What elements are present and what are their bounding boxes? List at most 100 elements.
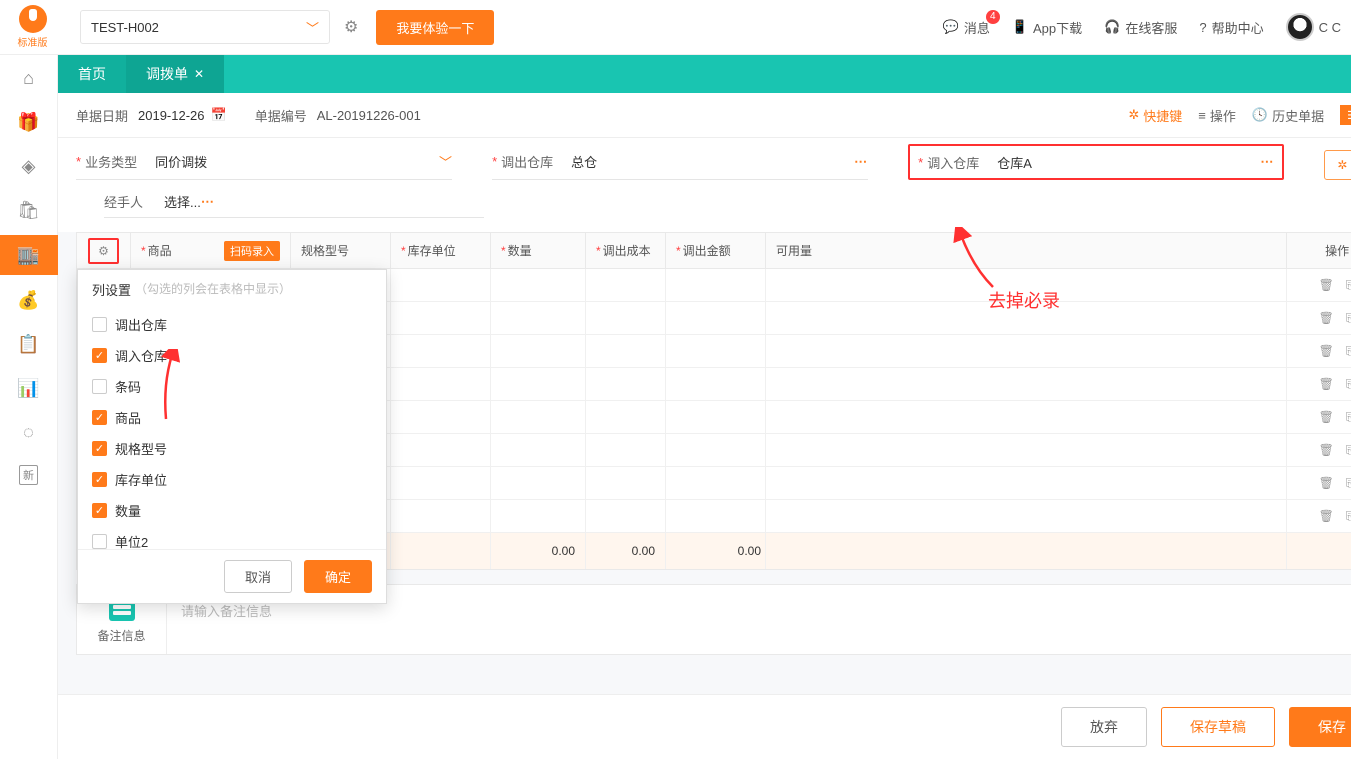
more-icon[interactable]: ⋯ [1260, 154, 1274, 170]
tab-bar: 首页 调拨单 ✕ ✕ [58, 55, 1351, 93]
copy-icon[interactable]: ⎘ [1346, 377, 1351, 392]
required-mark: * [492, 154, 497, 169]
tab-home[interactable]: 首页 [58, 55, 126, 93]
save-draft-button[interactable]: 保存草稿 [1161, 707, 1275, 747]
nav-clipboard-icon[interactable]: 📋 [18, 333, 40, 355]
topbar: 标准版 TEST-H002 ﹀ ⚙ 我要体验一下 💬 消息 4 📱 App下载 … [0, 0, 1351, 55]
trial-button[interactable]: 我要体验一下 [376, 10, 494, 45]
in-warehouse-field[interactable]: * 调入仓库 仓库A ⋯ [908, 144, 1284, 180]
biz-type-value: 同价调拨 [155, 152, 439, 171]
copy-icon[interactable]: ⎘ [1346, 344, 1351, 359]
copy-icon[interactable]: ⎘ [1346, 410, 1351, 425]
column-settings-button[interactable]: ⚙ [77, 233, 131, 268]
checkbox-icon: ✓ [92, 441, 107, 456]
remark-label: 备注信息 [97, 627, 145, 644]
delete-icon[interactable]: 🗑 [1319, 278, 1334, 292]
chat-icon: 💬 [943, 19, 959, 35]
colset-list[interactable]: 调出仓库✓调入仓库条码✓商品✓规格型号✓库存单位✓数量单位2 [78, 309, 386, 549]
delete-icon[interactable]: 🗑 [1319, 377, 1334, 391]
checkbox-icon: ✓ [92, 503, 107, 518]
copy-icon[interactable]: ⎘ [1346, 311, 1351, 326]
delete-icon[interactable]: 🗑 [1319, 476, 1334, 490]
nav-gift-icon[interactable]: 🎁 [18, 111, 40, 133]
user-menu[interactable]: C C [1286, 13, 1341, 41]
column-option-label: 单位2 [115, 532, 148, 549]
nav-warehouse-icon[interactable]: 🏬 [0, 235, 58, 275]
column-option[interactable]: ✓调入仓库 [92, 340, 372, 371]
delete-icon[interactable]: 🗑 [1319, 509, 1334, 523]
nav-diamond-icon[interactable]: ◈ [18, 155, 40, 177]
column-option[interactable]: ✓数量 [92, 495, 372, 526]
tenant-value: TEST-H002 [91, 20, 159, 35]
date-value[interactable]: 2019-12-26 [138, 108, 205, 123]
nav-circle-icon[interactable]: ◌ [18, 421, 40, 443]
cs-label: 在线客服 [1125, 18, 1177, 37]
delete-icon[interactable]: 🗑 [1319, 311, 1334, 325]
view-toggle[interactable]: ☰▦ [1340, 105, 1351, 125]
ok-button[interactable]: 确定 [304, 560, 372, 593]
grid: ⚙ *商品扫码录入 规格型号 *库存单位 *数量 *调出成本 *调出金额 可用量… [76, 232, 1351, 570]
biz-type-field[interactable]: * 业务类型 同价调拨 ﹀ [76, 150, 452, 180]
clock-icon: 🕓 [1252, 107, 1268, 123]
operate-label: 操作 [1210, 106, 1236, 125]
column-option[interactable]: ✓商品 [92, 402, 372, 433]
nav-bag-icon[interactable]: 🛍 [18, 199, 40, 221]
more-icon[interactable]: ⋯ [201, 194, 214, 210]
scan-entry-button[interactable]: 扫码录入 [224, 241, 280, 261]
list-view-icon[interactable]: ☰ [1340, 105, 1351, 125]
copy-icon[interactable]: ⎘ [1346, 443, 1351, 458]
chevron-down-icon: ﹀ [306, 18, 319, 37]
customer-service-link[interactable]: 🎧 在线客服 [1104, 18, 1177, 37]
discard-button[interactable]: 放弃 [1061, 707, 1147, 747]
logo-icon [19, 5, 47, 33]
app-download-link[interactable]: 📱 App下载 [1012, 18, 1082, 37]
copy-icon[interactable]: ⎘ [1346, 509, 1351, 524]
colset-footer: 取消 确定 [78, 549, 386, 603]
hotkey-link[interactable]: ✲快捷键 [1128, 106, 1182, 125]
calendar-icon[interactable]: 📅 [211, 107, 227, 123]
handler-label: 经手人 [104, 192, 164, 211]
column-option[interactable]: 调出仓库 [92, 309, 372, 340]
operate-link[interactable]: ≡操作 [1198, 106, 1236, 125]
total-cost: 0.00 [586, 533, 666, 569]
column-option[interactable]: ✓规格型号 [92, 433, 372, 464]
delete-icon[interactable]: 🗑 [1319, 344, 1334, 358]
delete-icon[interactable]: 🗑 [1319, 410, 1334, 424]
column-option[interactable]: 单位2 [92, 526, 372, 549]
nav-money-icon[interactable]: 💰 [18, 289, 40, 311]
column-option-label: 库存单位 [115, 470, 167, 489]
nav-new-icon[interactable]: 新 [19, 465, 38, 485]
out-wh-label: 调出仓库 [501, 152, 571, 171]
cancel-button[interactable]: 取消 [224, 560, 292, 593]
checkbox-icon [92, 534, 107, 549]
column-option[interactable]: 条码 [92, 371, 372, 402]
checkbox-icon: ✓ [92, 472, 107, 487]
hotkey-label: 快捷键 [1143, 106, 1182, 125]
nav-report-icon[interactable]: 📊 [18, 377, 40, 399]
gear-icon[interactable]: ⚙ [344, 17, 358, 37]
total-amt: 0.00 [666, 533, 766, 569]
logo: 标准版 [10, 5, 55, 49]
delete-icon[interactable]: 🗑 [1319, 443, 1334, 457]
tab-transfer-order[interactable]: 调拨单 ✕ [126, 55, 224, 93]
close-icon[interactable]: ✕ [194, 67, 204, 81]
in-wh-value: 仓库A [997, 153, 1260, 172]
tab-home-label: 首页 [78, 64, 106, 84]
history-label: 历史单据 [1272, 106, 1324, 125]
copy-icon[interactable]: ⎘ [1346, 476, 1351, 491]
out-warehouse-field[interactable]: * 调出仓库 总仓 ⋯ [492, 150, 868, 180]
biz-type-label: 业务类型 [85, 152, 155, 171]
more-icon[interactable]: ⋯ [854, 154, 868, 170]
column-option[interactable]: ✓ 库存单位 [92, 464, 372, 495]
messages-link[interactable]: 💬 消息 4 [943, 18, 990, 37]
settings-button[interactable]: ✲ 设置 [1324, 150, 1351, 180]
handler-field[interactable]: 经手人 选择... ⋯ [104, 192, 484, 218]
tenant-select[interactable]: TEST-H002 ﹀ [80, 10, 330, 44]
save-button[interactable]: 保存▾ [1289, 707, 1351, 747]
gear-icon: ⚙ [88, 238, 119, 264]
nav-home-icon[interactable]: ⌂ [18, 67, 40, 89]
history-link[interactable]: 🕓历史单据 [1252, 106, 1324, 125]
column-option-label: 条码 [115, 377, 141, 396]
copy-icon[interactable]: ⎘ [1346, 278, 1351, 293]
help-link[interactable]: ? 帮助中心 [1199, 18, 1263, 37]
